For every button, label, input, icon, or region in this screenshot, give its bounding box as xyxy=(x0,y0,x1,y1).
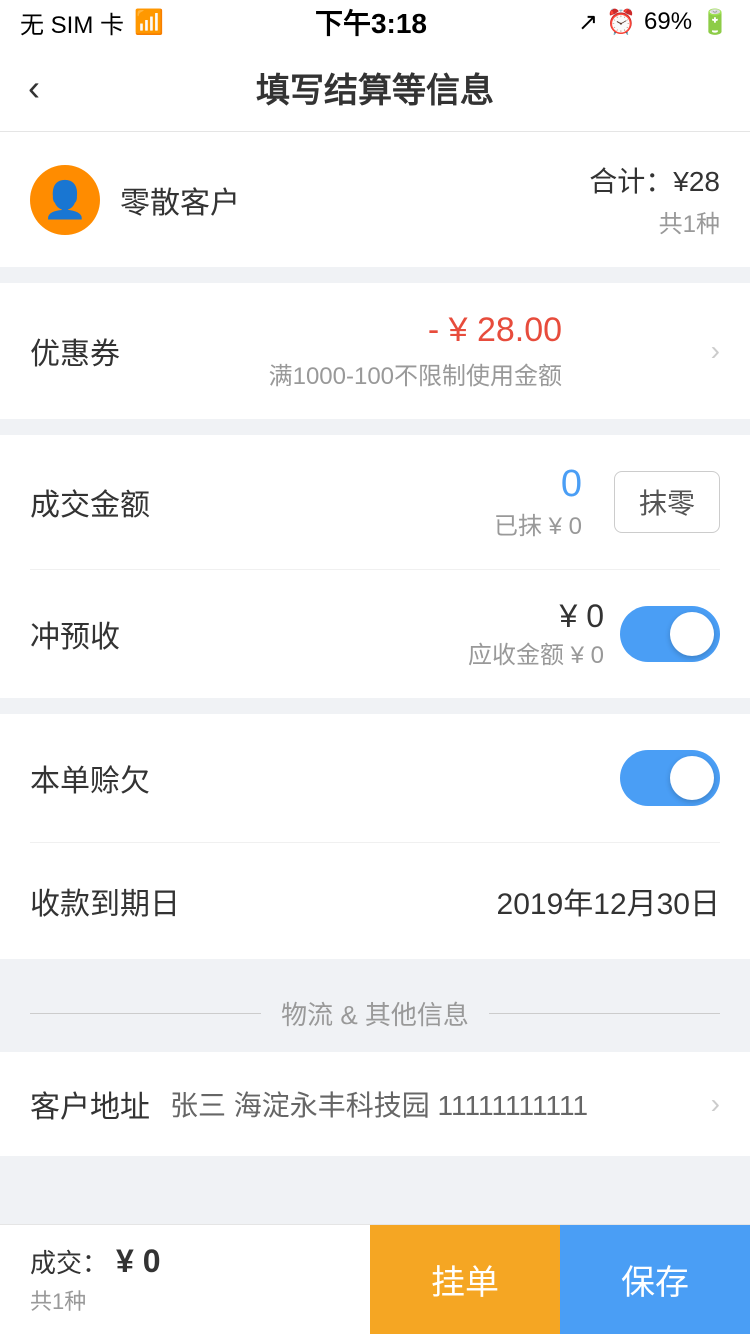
avatar: 👤 xyxy=(30,165,100,235)
deal-amount-row: 成交金额 0 已抹 ¥ 0 抹零 xyxy=(30,435,720,570)
alarm-icon: ⏰ xyxy=(606,8,636,37)
chevron-right-icon: › xyxy=(711,335,720,367)
customer-name: 零散客户 xyxy=(120,178,240,222)
logistics-title: 物流 & 其他信息 xyxy=(281,995,469,1032)
deal-amount-col: 0 已抹 ¥ 0 xyxy=(494,463,582,541)
amount-section: 成交金额 0 已抹 ¥ 0 抹零 冲预收 ¥ 0 应收金额 ¥ 0 xyxy=(0,435,750,698)
address-chevron-icon: › xyxy=(711,1088,720,1120)
customer-row: 👤 零散客户 合计：¥28 共1种 xyxy=(0,132,750,267)
prepay-value: ¥ 0 xyxy=(468,598,604,635)
status-time: 下午3:18 xyxy=(315,2,427,42)
logistics-line-right xyxy=(489,1013,720,1014)
coupon-section[interactable]: 优惠券 - ¥ 28.00 满1000-100不限制使用金额 › xyxy=(0,283,750,419)
customer-count: 共1种 xyxy=(589,204,720,239)
coupon-discount: - ¥ 28.00 xyxy=(269,311,562,350)
customer-right: 合计：¥28 共1种 xyxy=(589,160,720,239)
deal-amount-right: 0 已抹 ¥ 0 抹零 xyxy=(494,463,720,541)
page-title: 填写结算等信息 xyxy=(256,63,494,112)
deal-amount-value[interactable]: 0 xyxy=(494,463,582,506)
due-date-value[interactable]: 2019年12月30日 xyxy=(497,879,720,923)
status-left: 无 SIM 卡 📶 xyxy=(20,5,164,40)
total-label: 合计： xyxy=(589,166,673,197)
main-content: 👤 零散客户 合计：¥28 共1种 优惠券 - ¥ 28.00 满1000-10… xyxy=(0,132,750,1276)
logistics-line-left xyxy=(30,1013,261,1014)
status-bar: 无 SIM 卡 📶 下午3:18 ↗ ⏰ 69% 🔋 xyxy=(0,0,750,44)
customer-left: 👤 零散客户 xyxy=(30,165,240,235)
credit-toggle[interactable] xyxy=(620,750,720,806)
back-button[interactable]: ‹ xyxy=(28,67,40,109)
battery-text: 69% xyxy=(644,8,692,36)
prepay-row: 冲预收 ¥ 0 应收金额 ¥ 0 xyxy=(30,570,720,698)
prepay-label: 冲预收 xyxy=(30,612,120,656)
bottom-count: 共1种 xyxy=(30,1284,340,1316)
battery-icon: 🔋 xyxy=(700,8,730,37)
prepay-value-col: ¥ 0 应收金额 ¥ 0 xyxy=(468,598,604,670)
total-value: ¥28 xyxy=(673,166,720,197)
bottom-deal-label: 成交： xyxy=(30,1243,108,1280)
coupon-right: - ¥ 28.00 满1000-100不限制使用金额 xyxy=(269,311,562,391)
nav-bar: ‹ 填写结算等信息 xyxy=(0,44,750,132)
customer-section: 👤 零散客户 合计：¥28 共1种 xyxy=(0,132,750,267)
deal-amount-sub: 已抹 ¥ 0 xyxy=(494,506,582,541)
address-row[interactable]: 客户地址 张三 海淀永丰科技园 11111111111 › xyxy=(0,1052,750,1156)
wifi-icon: 📶 xyxy=(134,8,164,37)
credit-row: 本单赊欠 xyxy=(30,714,720,843)
pending-button[interactable]: 挂单 xyxy=(370,1225,560,1334)
due-date-row: 收款到期日 2019年12月30日 xyxy=(30,843,720,959)
deal-amount-label: 成交金额 xyxy=(30,480,150,524)
logistics-header: 物流 & 其他信息 xyxy=(0,975,750,1052)
bottom-deal-amount: ¥ 0 xyxy=(116,1243,160,1280)
status-right: ↗ ⏰ 69% 🔋 xyxy=(578,8,730,37)
location-icon: ↗ xyxy=(578,8,598,37)
customer-total: 合计：¥28 xyxy=(589,160,720,200)
avatar-icon: 👤 xyxy=(43,179,88,221)
prepay-toggle[interactable] xyxy=(620,606,720,662)
bottom-info: 成交： ¥ 0 共1种 xyxy=(0,1243,370,1316)
coupon-description: 满1000-100不限制使用金额 xyxy=(269,356,562,391)
bottom-deal: 成交： ¥ 0 xyxy=(30,1243,340,1280)
bottom-bar: 成交： ¥ 0 共1种 挂单 保存 xyxy=(0,1224,750,1334)
coupon-label: 优惠券 xyxy=(30,329,120,373)
prepay-sub: 应收金额 ¥ 0 xyxy=(468,635,604,670)
save-button[interactable]: 保存 xyxy=(560,1225,750,1334)
address-value: 张三 海淀永丰科技园 11111111111 xyxy=(170,1084,711,1124)
round-down-button[interactable]: 抹零 xyxy=(614,471,720,533)
due-date-label: 收款到期日 xyxy=(30,879,180,923)
credit-section: 本单赊欠 收款到期日 2019年12月30日 xyxy=(0,714,750,959)
prepay-right: ¥ 0 应收金额 ¥ 0 xyxy=(468,598,720,670)
credit-label: 本单赊欠 xyxy=(30,756,150,800)
address-label: 客户地址 xyxy=(30,1082,150,1126)
no-sim-text: 无 SIM 卡 xyxy=(20,5,124,40)
